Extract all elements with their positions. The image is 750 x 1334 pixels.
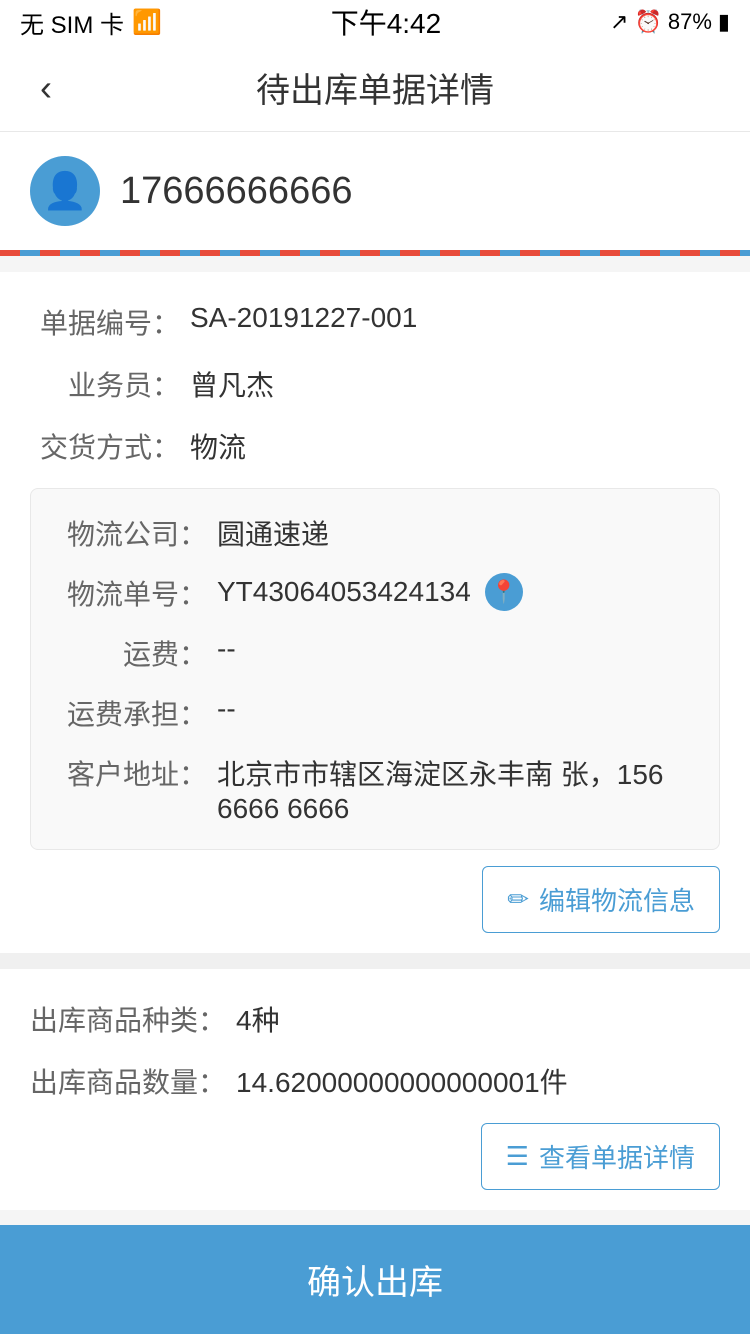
address-label: 客户地址： — [57, 753, 207, 793]
alarm-icon: ⏰ — [634, 9, 661, 35]
detail-icon: ☰ — [506, 1141, 529, 1172]
logistics-company-value: 圆通速递 — [207, 513, 693, 553]
view-detail-button[interactable]: ☰ 查看单据详情 — [481, 1123, 720, 1190]
freight-label: 运费： — [57, 633, 207, 673]
goods-quantity-row: 出库商品数量： 14.62000000000000001件 — [30, 1061, 720, 1101]
status-bar-right: ↗ ⏰ 87% ▮ — [610, 9, 730, 35]
freight-bearer-value: -- — [207, 693, 693, 725]
address-value: 北京市市辖区海淀区永丰南 张，156 6666 6666 — [207, 753, 693, 825]
document-no-label: 单据编号： — [30, 302, 180, 342]
wifi-icon: 📶 — [132, 8, 162, 37]
logistics-company-label: 物流公司： — [57, 513, 207, 553]
freight-row: 运费： -- — [57, 633, 693, 673]
freight-bearer-label: 运费承担： — [57, 693, 207, 733]
battery-icon: ▮ — [718, 9, 730, 35]
customer-header: 👤 17666666666 — [0, 132, 750, 250]
goods-quantity-value: 14.62000000000000001件 — [226, 1061, 568, 1101]
tracking-location-icon[interactable]: 📍 — [485, 573, 523, 611]
avatar: 👤 — [30, 156, 100, 226]
edit-icon: ✏ — [507, 884, 529, 915]
confirm-outbound-button[interactable]: 确认出库 — [0, 1225, 750, 1334]
bottom-area: 确认出库 — [0, 1225, 750, 1334]
logistics-company-row: 物流公司： 圆通速递 — [57, 513, 693, 553]
status-bar: 无 SIM 卡 📶 下午4:42 ↗ ⏰ 87% ▮ — [0, 0, 750, 44]
basic-info-section: 单据编号： SA-20191227-001 业务员： 曾凡杰 交货方式： 物流 … — [0, 272, 750, 953]
avatar-icon: 👤 — [43, 170, 88, 212]
view-detail-btn-container: ☰ 查看单据详情 — [30, 1123, 720, 1190]
tracking-no-label: 物流单号： — [57, 573, 207, 613]
goods-types-label: 出库商品种类： — [30, 999, 226, 1039]
freight-bearer-row: 运费承担： -- — [57, 693, 693, 733]
tracking-no-row: 物流单号： YT43064053424134 📍 — [57, 573, 693, 613]
salesman-label: 业务员： — [30, 364, 180, 404]
logistics-card: 物流公司： 圆通速递 物流单号： YT43064053424134 📍 运费： … — [30, 488, 720, 850]
edit-logistics-btn-container: ✏ 编辑物流信息 — [30, 866, 720, 933]
section-separator — [0, 953, 750, 969]
view-detail-label: 查看单据详情 — [539, 1138, 695, 1175]
document-no-value: SA-20191227-001 — [180, 302, 720, 334]
carrier-text: 无 SIM 卡 — [20, 5, 124, 40]
goods-section: 出库商品种类： 4种 出库商品数量： 14.62000000000000001件… — [0, 969, 750, 1210]
salesman-row: 业务员： 曾凡杰 — [30, 364, 720, 404]
delivery-method-value: 物流 — [180, 426, 720, 466]
edit-logistics-button[interactable]: ✏ 编辑物流信息 — [482, 866, 720, 933]
goods-types-row: 出库商品种类： 4种 — [30, 999, 720, 1039]
salesman-value: 曾凡杰 — [180, 364, 720, 404]
goods-quantity-label: 出库商品数量： — [30, 1061, 226, 1101]
address-row: 客户地址： 北京市市辖区海淀区永丰南 张，156 6666 6666 — [57, 753, 693, 825]
customer-phone: 17666666666 — [120, 170, 352, 213]
status-bar-left: 无 SIM 卡 📶 — [20, 5, 162, 40]
status-bar-time: 下午4:42 — [331, 2, 442, 42]
goods-types-value: 4种 — [226, 999, 280, 1039]
delivery-method-label: 交货方式： — [30, 426, 180, 466]
tracking-no-value: YT43064053424134 📍 — [207, 573, 693, 611]
delivery-method-row: 交货方式： 物流 — [30, 426, 720, 466]
edit-logistics-label: 编辑物流信息 — [539, 881, 695, 918]
back-button[interactable]: ‹ — [30, 57, 62, 119]
location-icon: ↗ — [610, 9, 628, 35]
document-no-row: 单据编号： SA-20191227-001 — [30, 302, 720, 342]
dashed-divider — [0, 250, 750, 256]
battery-text: 87% — [668, 9, 712, 35]
freight-value: -- — [207, 633, 693, 665]
page-title: 待出库单据详情 — [256, 63, 494, 112]
nav-bar: ‹ 待出库单据详情 — [0, 44, 750, 132]
